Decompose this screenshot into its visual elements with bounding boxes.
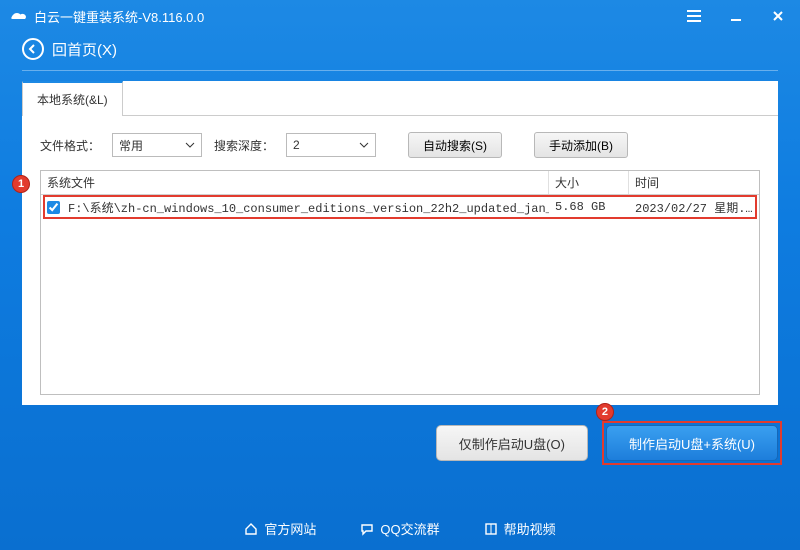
back-home-label: 回首页(X) <box>52 39 117 60</box>
action-buttons: 仅制作启动U盘(O) 制作启动U盘+系统(U) 2 <box>0 405 800 461</box>
qq-group-link[interactable]: QQ交流群 <box>360 519 439 538</box>
table-row[interactable]: F:\系统\zh-cn_windows_10_consumer_editions… <box>41 195 759 219</box>
search-depth-select[interactable]: 2 <box>286 133 376 157</box>
minimize-button[interactable] <box>724 4 748 28</box>
make-usb-only-label: 仅制作启动U盘(O) <box>459 434 565 453</box>
main-panel: 本地系统(&L) 文件格式： 常用 搜索深度： 2 自动搜索(S) 手动添加(B… <box>22 81 778 405</box>
make-usb-only-button[interactable]: 仅制作启动U盘(O) <box>436 425 588 461</box>
minimize-icon <box>729 9 743 23</box>
close-icon <box>771 9 785 23</box>
row-size: 5.68 GB <box>549 200 629 214</box>
search-depth-value: 2 <box>293 138 300 152</box>
chevron-down-icon <box>185 142 195 148</box>
file-format-select[interactable]: 常用 <box>112 133 202 157</box>
menu-button[interactable] <box>682 4 706 28</box>
qq-group-label: QQ交流群 <box>380 519 439 538</box>
hamburger-icon <box>686 9 702 23</box>
auto-search-button[interactable]: 自动搜索(S) <box>408 132 502 158</box>
filter-controls: 文件格式： 常用 搜索深度： 2 自动搜索(S) 手动添加(B) <box>22 116 778 170</box>
manual-add-label: 手动添加(B) <box>549 137 613 154</box>
chevron-down-icon <box>359 142 369 148</box>
official-site-link[interactable]: 官方网站 <box>244 519 316 538</box>
annotation-badge-2: 2 <box>596 403 614 421</box>
footer-links: 官方网站 QQ交流群 帮助视频 <box>0 519 800 538</box>
make-usb-and-system-button[interactable]: 制作启动U盘+系统(U) <box>606 425 778 461</box>
col-header-date[interactable]: 时间 <box>629 171 759 194</box>
close-button[interactable] <box>766 4 790 28</box>
file-format-label: 文件格式： <box>40 137 100 154</box>
annotation-badge-1: 1 <box>12 175 30 193</box>
tab-local-system-label: 本地系统(&L) <box>37 93 108 107</box>
back-arrow-icon <box>22 38 44 60</box>
official-site-label: 官方网站 <box>264 519 316 538</box>
make-usb-and-system-label: 制作启动U盘+系统(U) <box>629 434 755 453</box>
chat-icon <box>360 522 374 536</box>
tab-strip: 本地系统(&L) <box>22 81 778 116</box>
app-logo-icon <box>10 7 28 25</box>
book-icon <box>484 522 498 536</box>
row-checkbox[interactable] <box>47 201 60 214</box>
search-depth-label: 搜索深度： <box>214 137 274 154</box>
back-home-button[interactable]: 回首页(X) <box>22 38 117 60</box>
app-title: 白云一键重装系统-V8.116.0.0 <box>34 7 204 26</box>
divider <box>22 70 778 71</box>
help-video-label: 帮助视频 <box>504 519 556 538</box>
col-header-file[interactable]: 系统文件 <box>41 171 549 194</box>
tab-local-system[interactable]: 本地系统(&L) <box>22 81 123 116</box>
col-header-size[interactable]: 大小 <box>549 171 629 194</box>
row-file-path: F:\系统\zh-cn_windows_10_consumer_editions… <box>68 199 549 216</box>
manual-add-button[interactable]: 手动添加(B) <box>534 132 628 158</box>
help-video-link[interactable]: 帮助视频 <box>484 519 556 538</box>
row-date: 2023/02/27 星期... <box>629 199 759 216</box>
home-icon <box>244 522 258 536</box>
table-header: 系统文件 大小 时间 <box>41 171 759 195</box>
file-format-value: 常用 <box>119 137 143 154</box>
system-files-table: 系统文件 大小 时间 F:\系统\zh-cn_windows_10_consum… <box>40 170 760 395</box>
auto-search-label: 自动搜索(S) <box>423 137 487 154</box>
title-bar: 白云一键重装系统-V8.116.0.0 <box>0 0 800 32</box>
